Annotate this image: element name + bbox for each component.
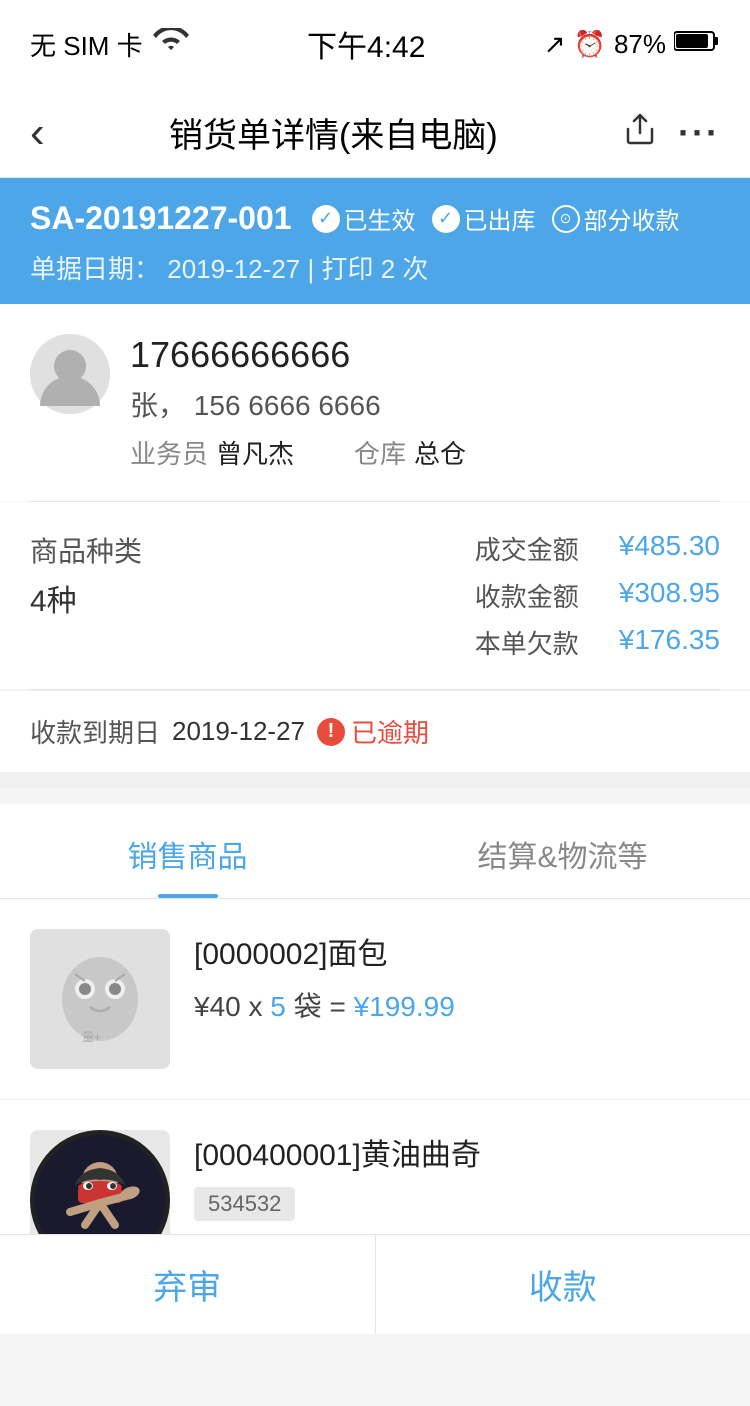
cancel-audit-label: 弃审 xyxy=(153,1260,221,1309)
tabs-section: 销售商品 结算&物流等 xyxy=(0,804,750,899)
customer-info: 17666666666 张， 156 6666 6666 业务员 曾凡杰 仓库 … xyxy=(130,334,720,471)
overdue-dot-icon: ! xyxy=(317,718,345,746)
status-partial-text: 部分收款 xyxy=(584,201,680,236)
share-icon[interactable] xyxy=(622,111,658,154)
alarm-icon: ⏰ xyxy=(574,29,606,60)
amount-label: 成交金额 xyxy=(475,530,579,567)
product-types-label: 商品种类 xyxy=(30,530,142,570)
tab-settlement[interactable]: 结算&物流等 xyxy=(375,804,750,898)
status-active-text: 已生效 xyxy=(344,201,416,236)
cancel-audit-button[interactable]: 弃审 xyxy=(0,1235,376,1334)
product-price-bread: ¥40 x 5 袋 = ¥199.99 xyxy=(194,985,720,1025)
nav-bar: ‹ 销货单详情(来自电脑) ··· xyxy=(0,88,750,178)
order-id: SA-20191227-001 xyxy=(30,200,292,237)
tab-settlement-label: 结算&物流等 xyxy=(477,841,647,874)
battery-icon xyxy=(674,29,720,60)
bread-eq: = xyxy=(329,991,353,1022)
customer-meta: 业务员 曾凡杰 仓库 总仓 xyxy=(130,434,720,471)
status-shipped-text: 已出库 xyxy=(464,201,536,236)
bread-price: ¥40 xyxy=(194,991,241,1022)
wifi-icon xyxy=(153,28,189,61)
overdue-label: 收款到期日 xyxy=(30,713,160,750)
overdue-date: 2019-12-27 xyxy=(172,716,305,747)
order-date-label: 单据日期： xyxy=(30,254,160,284)
check-icon-2: ✓ xyxy=(432,205,460,233)
stats-section: 商品种类 4种 成交金额 ¥485.30 收款金额 ¥308.95 本单欠款 ¥… xyxy=(0,502,750,689)
bread-total: ¥199.99 xyxy=(354,991,455,1022)
received-label: 收款金额 xyxy=(475,577,579,614)
nav-left[interactable]: ‹ xyxy=(30,108,45,158)
order-date-value: 2019-12-27 xyxy=(167,254,300,284)
more-icon[interactable]: ··· xyxy=(678,112,720,154)
status-badge-shipped: ✓ 已出库 xyxy=(432,201,536,236)
product-image-bread: 量+ xyxy=(30,929,170,1069)
collect-payment-label: 收款 xyxy=(529,1260,597,1309)
tab-sales-products-label: 销售商品 xyxy=(128,841,248,874)
status-time: 下午4:42 xyxy=(307,22,425,66)
stats-right: 成交金额 ¥485.30 收款金额 ¥308.95 本单欠款 ¥176.35 xyxy=(475,530,720,661)
salesman-value: 曾凡杰 xyxy=(216,434,294,471)
nav-right[interactable]: ··· xyxy=(622,111,720,154)
overdue-badge: ! 已逾期 xyxy=(317,713,429,750)
warehouse-value: 总仓 xyxy=(414,434,466,471)
print-suffix: 次 xyxy=(402,254,428,284)
received-row: 收款金额 ¥308.95 xyxy=(475,577,720,614)
location-icon: ↗ xyxy=(544,29,566,60)
salesman-item: 业务员 曾凡杰 xyxy=(130,434,294,471)
tabs: 销售商品 结算&物流等 xyxy=(0,804,750,899)
product-name-bread: [0000002]面包 xyxy=(194,929,720,973)
product-details-bread: [0000002]面包 ¥40 x 5 袋 = ¥199.99 xyxy=(194,929,720,1069)
avatar xyxy=(30,334,110,414)
amount-value: ¥485.30 xyxy=(619,530,720,567)
order-header: SA-20191227-001 ✓ 已生效 ✓ 已出库 ⊙ 部分收款 单据日期：… xyxy=(0,178,750,304)
status-bar: 无 SIM 卡 下午4:42 ↗ ⏰ 87% xyxy=(0,0,750,88)
product-sku-cookies: 534532 xyxy=(194,1187,295,1221)
status-right: ↗ ⏰ 87% xyxy=(544,29,720,60)
received-value: ¥308.95 xyxy=(619,577,720,614)
status-badges: ✓ 已生效 ✓ 已出库 ⊙ 部分收款 xyxy=(312,201,680,236)
bread-qty: 5 xyxy=(270,991,286,1022)
check-icon: ✓ xyxy=(312,205,340,233)
customer-account-id: 17666666666 xyxy=(130,334,720,376)
overdue-status-text: 已逾期 xyxy=(351,713,429,750)
back-button[interactable]: ‹ xyxy=(30,108,45,158)
print-count: 2 xyxy=(381,254,395,284)
customer-name-text: 张， xyxy=(130,390,186,421)
battery-text: 87% xyxy=(614,29,666,60)
warehouse-label: 仓库 xyxy=(354,434,406,471)
print-label: | 打印 xyxy=(307,254,373,284)
stats-left: 商品种类 4种 xyxy=(30,530,142,620)
order-date-row: 单据日期： 2019-12-27 | 打印 2 次 xyxy=(30,249,720,286)
bread-unit: 袋 xyxy=(294,991,322,1022)
page-title: 销货单详情(来自电脑) xyxy=(169,108,498,157)
warehouse-item: 仓库 总仓 xyxy=(354,434,466,471)
collect-payment-button[interactable]: 收款 xyxy=(376,1235,750,1334)
section-divider xyxy=(0,772,750,788)
bottom-bar: 弃审 收款 xyxy=(0,1234,750,1334)
overdue-section: 收款到期日 2019-12-27 ! 已逾期 xyxy=(0,690,750,772)
customer-phone-row: 张， 156 6666 6666 xyxy=(130,384,720,424)
product-types-value: 4种 xyxy=(30,576,142,620)
status-left: 无 SIM 卡 xyxy=(30,26,189,63)
status-badge-active: ✓ 已生效 xyxy=(312,201,416,236)
tab-sales-products[interactable]: 销售商品 xyxy=(0,804,375,898)
debt-label: 本单欠款 xyxy=(475,624,579,661)
svg-text:量+: 量+ xyxy=(82,1030,101,1044)
bread-x: x xyxy=(249,991,271,1022)
status-badge-partial: ⊙ 部分收款 xyxy=(552,201,680,236)
salesman-label: 业务员 xyxy=(130,434,208,471)
product-item-bread: 量+ [0000002]面包 ¥40 x 5 袋 = ¥199.99 xyxy=(0,899,750,1100)
amount-row: 成交金额 ¥485.30 xyxy=(475,530,720,567)
clock-icon: ⊙ xyxy=(552,205,580,233)
customer-phone-text: 156 6666 6666 xyxy=(194,390,381,421)
customer-section: 17666666666 张， 156 6666 6666 业务员 曾凡杰 仓库 … xyxy=(0,304,750,501)
product-name-cookies: [000400001]黄油曲奇 xyxy=(194,1130,720,1174)
debt-value: ¥176.35 xyxy=(619,624,720,661)
debt-row: 本单欠款 ¥176.35 xyxy=(475,624,720,661)
carrier-text: 无 SIM 卡 xyxy=(30,26,143,63)
